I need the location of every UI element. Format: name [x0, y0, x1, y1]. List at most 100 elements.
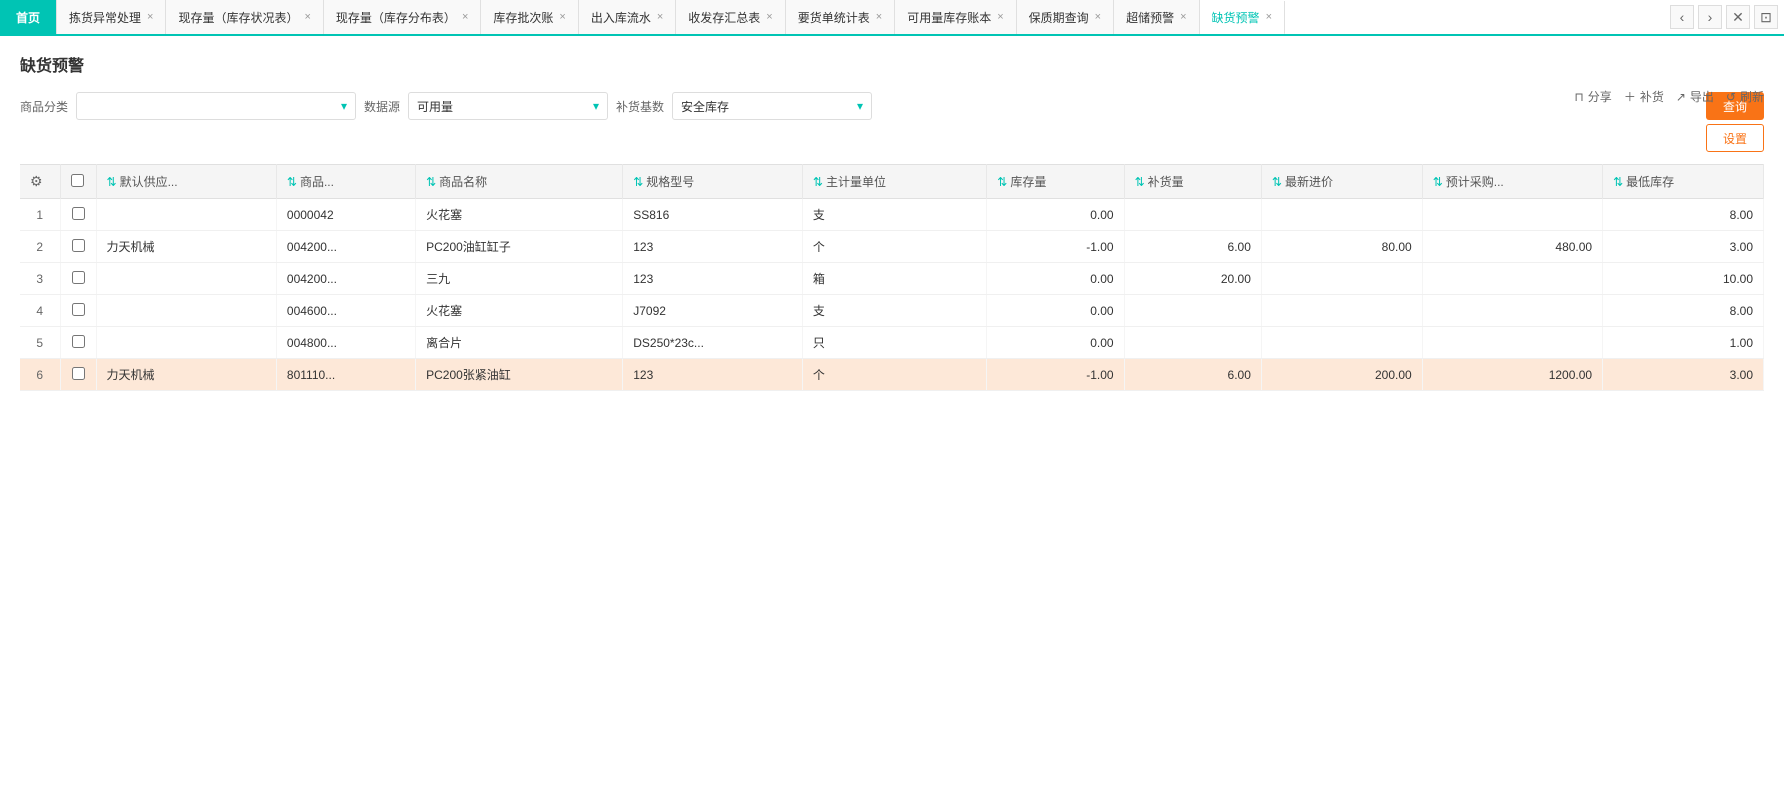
row-replenish-qty [1124, 327, 1261, 359]
tab-expiry-query[interactable]: 保质期查询 × [1017, 0, 1114, 34]
col-goods-code-header[interactable]: ⇅商品... [276, 165, 415, 199]
restock-button[interactable]: ＋ 补货 [1624, 88, 1664, 105]
row-checkbox-cell[interactable] [60, 327, 96, 359]
sort-icon: ⇅ [997, 175, 1007, 189]
tab-close-icon[interactable]: × [147, 11, 153, 23]
row-est-purchase [1422, 263, 1602, 295]
tab-close-all-button[interactable]: ✕ [1726, 5, 1750, 29]
tab-shortage[interactable]: 缺货预警× [1200, 1, 1285, 35]
select-all-checkbox[interactable] [71, 174, 84, 187]
tab-stock-anomaly[interactable]: 拣货异常处理× [57, 0, 166, 34]
tab-maximize-button[interactable]: ⊡ [1754, 5, 1778, 29]
row-supplier [96, 295, 276, 327]
tab-available-ledger[interactable]: 可用量库存账本× [895, 0, 1016, 34]
col-min-stock-header[interactable]: ⇅最低库存 [1603, 165, 1764, 199]
row-checkbox-cell[interactable] [60, 359, 96, 391]
restock-label: 补货 [1640, 88, 1664, 105]
row-checkbox-cell[interactable] [60, 231, 96, 263]
col-checkbox-header[interactable] [60, 165, 96, 199]
col-settings[interactable]: ⚙ [20, 165, 60, 199]
row-checkbox-cell[interactable] [60, 199, 96, 231]
row-latest-price [1261, 295, 1422, 327]
row-stock-qty: 0.00 [987, 295, 1124, 327]
tab-demand-stat[interactable]: 要货单统计表× [786, 0, 895, 34]
tab-close-icon[interactable]: × [876, 11, 882, 23]
next-icon: › [1708, 9, 1713, 25]
sort-icon: ⇅ [287, 175, 297, 189]
row-est-purchase: 1200.00 [1422, 359, 1602, 391]
tab-inventory-dist[interactable]: 现存量（库存分布表） × [324, 0, 481, 34]
row-supplier [96, 327, 276, 359]
row-checkbox[interactable] [72, 303, 85, 316]
row-est-purchase [1422, 199, 1602, 231]
tab-label: 库存批次账 [493, 9, 553, 26]
col-price-header[interactable]: ⇅最新进价 [1261, 165, 1422, 199]
row-checkbox-cell[interactable] [60, 263, 96, 295]
tab-label: 保质期查询 [1029, 9, 1089, 26]
share-button[interactable]: ⊓ 分享 [1574, 88, 1611, 105]
page-content: 缺货预警 ⊓ 分享 ＋ 补货 ↗ 导出 ↺ 刷新 商品分类 ▾ [0, 36, 1784, 796]
row-checkbox[interactable] [72, 239, 85, 252]
refresh-icon: ↺ [1726, 90, 1736, 104]
category-label: 商品分类 [20, 98, 68, 115]
tab-prev-button[interactable]: ‹ [1670, 5, 1694, 29]
tab-batch-account[interactable]: 库存批次账 × [481, 0, 578, 34]
table-row: 6 力天机械 801110... PC200张紧油缸 123 个 -1.00 6… [20, 359, 1764, 391]
row-checkbox[interactable] [72, 271, 85, 284]
tab-recv-summary[interactable]: 收发存汇总表× [676, 0, 785, 34]
row-index: 3 [20, 263, 60, 295]
row-min-stock: 10.00 [1603, 263, 1764, 295]
row-est-purchase [1422, 295, 1602, 327]
close-all-icon: ✕ [1732, 9, 1744, 26]
col-unit-header[interactable]: ⇅主计量单位 [802, 165, 986, 199]
tab-close-icon[interactable]: × [1180, 11, 1186, 23]
tab-close-icon[interactable]: × [997, 11, 1003, 23]
settings-button[interactable]: 设置 [1706, 124, 1764, 152]
replenish-filter: 补货基数 安全库存 ▾ [616, 92, 872, 120]
replenish-select[interactable]: 安全库存 ▾ [672, 92, 872, 120]
tab-in-out-flow[interactable]: 出入库流水× [579, 0, 676, 34]
col-spec-header[interactable]: ⇅规格型号 [623, 165, 803, 199]
row-checkbox-cell[interactable] [60, 295, 96, 327]
tab-inventory-status[interactable]: 现存量（库存状况表）× [166, 0, 323, 34]
col-supplier-header[interactable]: ⇅默认供应... [96, 165, 276, 199]
row-stock-qty: 0.00 [987, 263, 1124, 295]
row-spec: SS816 [623, 199, 803, 231]
row-checkbox[interactable] [72, 335, 85, 348]
row-stock-qty: -1.00 [987, 231, 1124, 263]
row-stock-qty: 0.00 [987, 327, 1124, 359]
category-select[interactable]: ▾ [76, 92, 356, 120]
row-goods-name: PC200张紧油缸 [416, 359, 623, 391]
datasource-chevron-icon: ▾ [593, 99, 599, 113]
tab-overstock[interactable]: 超储预警× [1114, 0, 1199, 34]
tab-bar: 首页 拣货异常处理×现存量（库存状况表）×现存量（库存分布表）×库存批次账×出入… [0, 0, 1784, 36]
datasource-label: 数据源 [364, 98, 400, 115]
col-replenish-header[interactable]: ⇅补货量 [1124, 165, 1261, 199]
export-button[interactable]: ↗ 导出 [1676, 88, 1714, 105]
tab-home[interactable]: 首页 [0, 0, 57, 34]
row-supplier [96, 263, 276, 295]
row-unit: 支 [802, 295, 986, 327]
col-stock-header[interactable]: ⇅库存量 [987, 165, 1124, 199]
col-est-purchase-header[interactable]: ⇅预计采购... [1422, 165, 1602, 199]
table-row: 1 0000042 火花塞 SS816 支 0.00 8.00 [20, 199, 1764, 231]
row-checkbox[interactable] [72, 207, 85, 220]
refresh-label: 刷新 [1740, 88, 1764, 105]
tab-close-icon[interactable]: × [462, 11, 468, 23]
row-est-purchase: 480.00 [1422, 231, 1602, 263]
category-filter: 商品分类 ▾ [20, 92, 356, 120]
tab-close-icon[interactable]: × [304, 11, 310, 23]
tab-close-icon[interactable]: × [1266, 11, 1272, 23]
tab-next-button[interactable]: › [1698, 5, 1722, 29]
tab-label: 现存量（库存分布表） [336, 9, 456, 26]
row-supplier: 力天机械 [96, 231, 276, 263]
tab-close-icon[interactable]: × [766, 11, 772, 23]
row-checkbox[interactable] [72, 367, 85, 380]
tab-close-icon[interactable]: × [657, 11, 663, 23]
row-spec: DS250*23c... [623, 327, 803, 359]
col-goods-name-header[interactable]: ⇅商品名称 [416, 165, 623, 199]
refresh-button[interactable]: ↺ 刷新 [1726, 88, 1764, 105]
tab-close-icon[interactable]: × [559, 11, 565, 23]
tab-close-icon[interactable]: × [1095, 11, 1101, 23]
datasource-select[interactable]: 可用量 ▾ [408, 92, 608, 120]
